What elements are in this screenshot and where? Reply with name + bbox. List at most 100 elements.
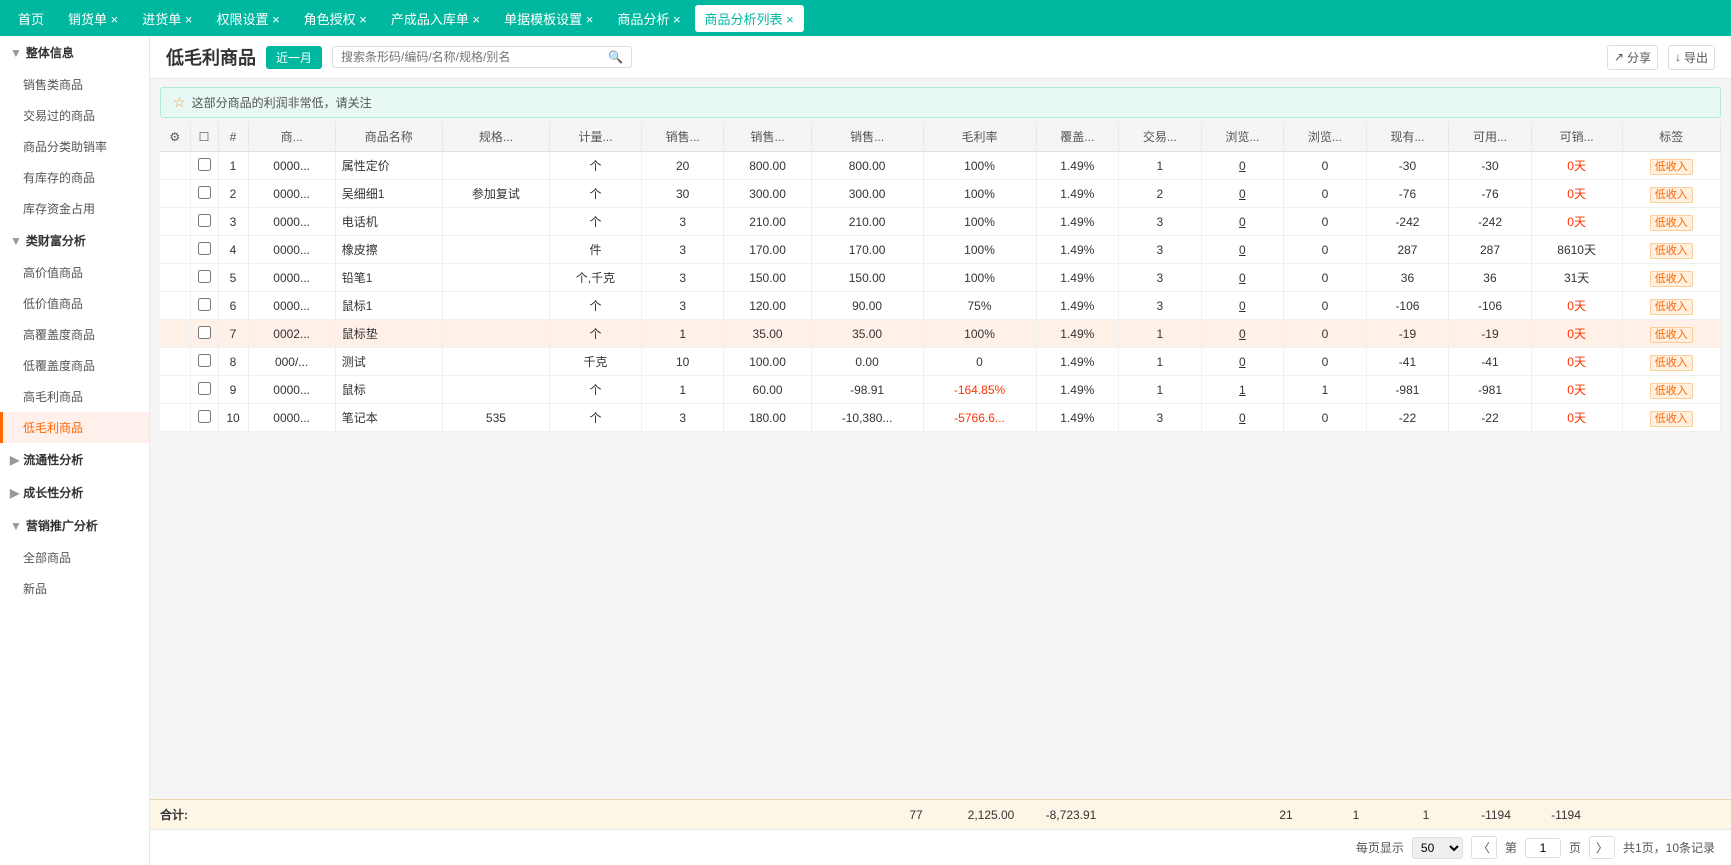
- nav-item-permissions[interactable]: 权限设置 ×: [206, 5, 289, 32]
- sidebar-item-category-rate[interactable]: 商品分类助销率: [0, 131, 149, 162]
- export-button[interactable]: ↓ 导出: [1668, 45, 1715, 70]
- col-saleable[interactable]: 可销...: [1531, 122, 1622, 152]
- col-sales-qty[interactable]: 销售...: [641, 122, 724, 152]
- cell-check[interactable]: [190, 320, 218, 348]
- col-current[interactable]: 现有...: [1366, 122, 1449, 152]
- cell-saleable: 0天: [1531, 320, 1622, 348]
- col-tag[interactable]: 标签: [1622, 122, 1720, 152]
- cell-check[interactable]: [190, 404, 218, 432]
- col-code[interactable]: 商...: [248, 122, 335, 152]
- cell-coverage: 1.49%: [1036, 208, 1119, 236]
- nav-item-products[interactable]: 产成品入库单 ×: [381, 5, 490, 32]
- footer-available: -1194: [1531, 808, 1601, 822]
- page-size-select[interactable]: 50 100 200: [1412, 837, 1463, 859]
- cell-tag: 低收入: [1622, 152, 1720, 180]
- cell-check[interactable]: [190, 264, 218, 292]
- sidebar-item-high-coverage[interactable]: 高覆盖度商品: [0, 319, 149, 350]
- cell-unit: 个: [550, 152, 642, 180]
- cell-saleable: 31天: [1531, 264, 1622, 292]
- cell-views1[interactable]: 0: [1201, 152, 1284, 180]
- sidebar-group-marketing[interactable]: ▼ 营销推广分析: [0, 509, 149, 542]
- cell-views1[interactable]: 0: [1201, 404, 1284, 432]
- cell-views1[interactable]: 0: [1201, 264, 1284, 292]
- table-header-row: ⚙ ☐ # 商... 商品名称 规格... 计量... 销售... 销售... …: [160, 122, 1721, 152]
- cell-views1[interactable]: 0: [1201, 292, 1284, 320]
- cell-views2: 0: [1284, 236, 1367, 264]
- cell-trade: 1: [1119, 376, 1202, 404]
- cell-sales-qty: 3: [641, 404, 724, 432]
- cell-views1[interactable]: 0: [1201, 348, 1284, 376]
- share-button[interactable]: ↗ 分享: [1607, 45, 1658, 70]
- sidebar-group-wealth[interactable]: ▼ 类财富分析: [0, 224, 149, 257]
- cell-check[interactable]: [190, 180, 218, 208]
- sidebar-item-low-coverage[interactable]: 低覆盖度商品: [0, 350, 149, 381]
- cell-views1[interactable]: 0: [1201, 180, 1284, 208]
- cell-current: 36: [1366, 264, 1449, 292]
- cell-check[interactable]: [190, 208, 218, 236]
- nav-item-home[interactable]: 首页: [8, 5, 54, 32]
- cell-check[interactable]: [190, 292, 218, 320]
- sidebar-group-overview[interactable]: ▼ 整体信息: [0, 36, 149, 69]
- cell-views1[interactable]: 0: [1201, 320, 1284, 348]
- sidebar-item-all-products[interactable]: 全部商品: [0, 542, 149, 573]
- nav-item-analysis[interactable]: 商品分析 ×: [607, 5, 690, 32]
- nav-item-purchase[interactable]: 进货单 ×: [132, 5, 202, 32]
- cell-check[interactable]: [190, 152, 218, 180]
- sidebar-item-high-value[interactable]: 高价值商品: [0, 257, 149, 288]
- next-page-button[interactable]: 〉: [1589, 836, 1615, 859]
- search-input[interactable]: [341, 50, 604, 64]
- nav-item-templates[interactable]: 单据模板设置 ×: [494, 5, 603, 32]
- cell-check[interactable]: [190, 348, 218, 376]
- sidebar-item-traded-products[interactable]: 交易过的商品: [0, 100, 149, 131]
- sidebar-group-liquidity[interactable]: ▶ 流通性分析: [0, 443, 149, 476]
- col-coverage[interactable]: 覆盖...: [1036, 122, 1119, 152]
- col-gross-margin[interactable]: 毛利率: [923, 122, 1036, 152]
- col-views2[interactable]: 浏览...: [1284, 122, 1367, 152]
- cell-settings: [160, 320, 190, 348]
- table-row: 8 000/... 测试 千克 10 100.00 0.00 0 1.49% 1…: [160, 348, 1721, 376]
- sidebar-item-low-value[interactable]: 低价值商品: [0, 288, 149, 319]
- cell-views1[interactable]: 0: [1201, 236, 1284, 264]
- col-check-all[interactable]: ☐: [190, 122, 218, 152]
- cell-views1[interactable]: 1: [1201, 376, 1284, 404]
- col-available[interactable]: 可用...: [1449, 122, 1532, 152]
- col-trade[interactable]: 交易...: [1119, 122, 1202, 152]
- nav-item-analysis-list[interactable]: 商品分析列表 ×: [695, 5, 804, 32]
- pagination-summary: 共1页，10条记录: [1623, 839, 1715, 856]
- prev-page-button[interactable]: 〈: [1471, 836, 1497, 859]
- cell-sales-price: 170.00: [724, 236, 811, 264]
- nav-item-roles[interactable]: 角色授权 ×: [294, 5, 377, 32]
- cell-saleable: 0天: [1531, 152, 1622, 180]
- cell-settings: [160, 152, 190, 180]
- cell-sales-price: 800.00: [724, 152, 811, 180]
- cell-spec: [442, 348, 549, 376]
- sidebar-item-sales-products[interactable]: 销售类商品: [0, 69, 149, 100]
- cell-views1[interactable]: 0: [1201, 208, 1284, 236]
- col-unit[interactable]: 计量...: [550, 122, 642, 152]
- cell-gross-margin: 100%: [923, 264, 1036, 292]
- nav-item-sales[interactable]: 销货单 ×: [58, 5, 128, 32]
- total-label: 合计:: [160, 806, 240, 823]
- col-spec[interactable]: 规格...: [442, 122, 549, 152]
- date-filter-button[interactable]: 近一月: [266, 46, 322, 69]
- cell-check[interactable]: [190, 376, 218, 404]
- col-name[interactable]: 商品名称: [335, 122, 442, 152]
- cell-check[interactable]: [190, 236, 218, 264]
- sidebar-item-high-margin[interactable]: 高毛利商品: [0, 381, 149, 412]
- sidebar-item-new-products[interactable]: 新品: [0, 573, 149, 604]
- col-views1[interactable]: 浏览...: [1201, 122, 1284, 152]
- page-input[interactable]: [1525, 838, 1561, 858]
- data-table: ⚙ ☐ # 商... 商品名称 规格... 计量... 销售... 销售... …: [160, 122, 1721, 432]
- sidebar-group-growth-label: 成长性分析: [23, 484, 83, 501]
- col-settings[interactable]: ⚙: [160, 122, 190, 152]
- sidebar-item-stock-capital[interactable]: 库存资金占用: [0, 193, 149, 224]
- col-sales-price[interactable]: 销售...: [724, 122, 811, 152]
- sidebar-group-growth[interactable]: ▶ 成长性分析: [0, 476, 149, 509]
- table-wrapper[interactable]: ⚙ ☐ # 商... 商品名称 规格... 计量... 销售... 销售... …: [160, 122, 1721, 799]
- cell-tag: 低收入: [1622, 236, 1720, 264]
- cell-gross-margin: 100%: [923, 236, 1036, 264]
- col-sales-amount[interactable]: 销售...: [811, 122, 923, 152]
- sidebar-item-in-stock[interactable]: 有库存的商品: [0, 162, 149, 193]
- sidebar-item-low-margin[interactable]: 低毛利商品: [0, 412, 149, 443]
- cell-code: 0000...: [248, 404, 335, 432]
